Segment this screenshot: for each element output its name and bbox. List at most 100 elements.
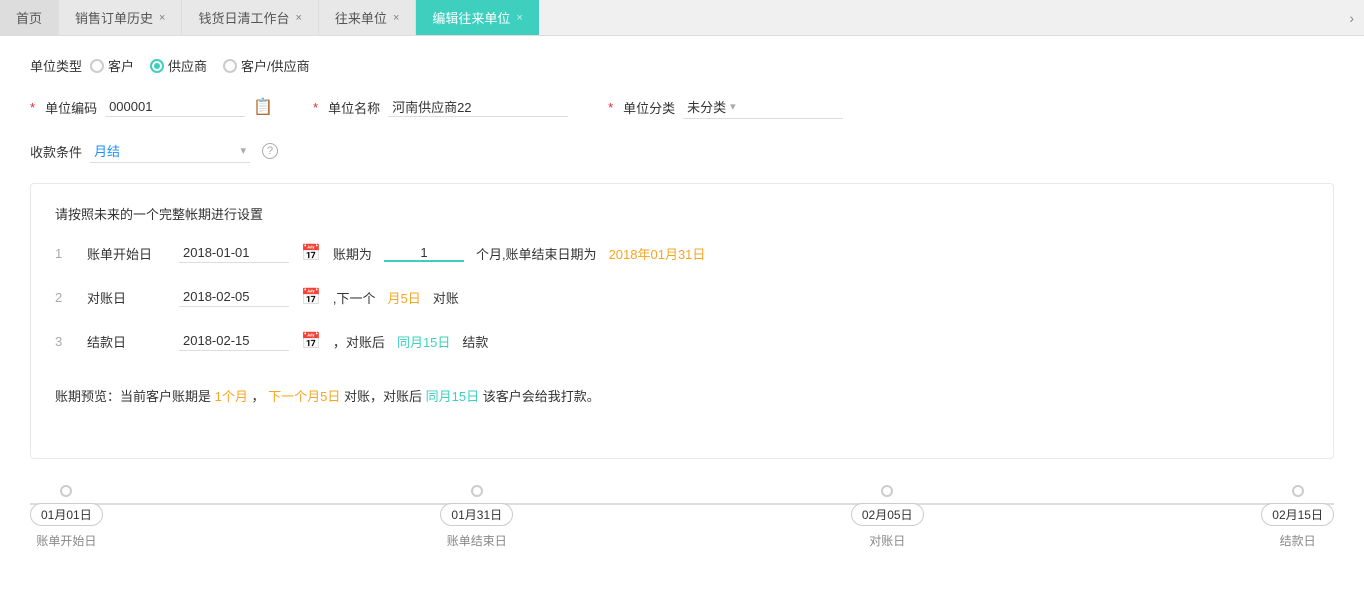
tab-cash-label: 钱货日清工作台 xyxy=(198,8,289,27)
preview-part3: 同月15日 xyxy=(426,389,479,404)
help-question-mark: ? xyxy=(267,145,273,157)
tl-dot-2 xyxy=(881,485,893,497)
unit-info-row: * 单位编码 📋 * 单位名称 * 单位分类 未分类 ▾ xyxy=(30,95,1334,119)
period-reconcile-date-input[interactable] xyxy=(179,287,289,307)
tl-dot-3 xyxy=(1292,485,1304,497)
payment-condition-label: 收款条件 xyxy=(30,142,82,161)
period-settings-box: 请按照未来的一个完整帐期进行设置 1 账单开始日 📅 账期为 个月,账单结束日期… xyxy=(30,183,1334,459)
radio-supplier[interactable]: 供应商 xyxy=(150,56,207,75)
unit-class-value: 未分类 xyxy=(687,97,726,116)
unit-code-label: 单位编码 xyxy=(45,98,97,117)
unit-code-star: * xyxy=(30,100,35,115)
tab-home-label: 首页 xyxy=(16,8,42,27)
period-row-2: 2 对账日 📅 ,下一个 月5日 对账 xyxy=(55,287,1309,307)
unit-name-label: 单位名称 xyxy=(328,98,380,117)
period-row-3-prefix: ，对账后 xyxy=(333,332,385,351)
unit-name-group: * 单位名称 xyxy=(313,97,568,117)
period-start-calendar-icon[interactable]: 📅 xyxy=(301,243,321,263)
tab-partner-close[interactable]: × xyxy=(393,12,399,24)
radio-group-unit-type: 客户 供应商 客户/供应商 xyxy=(90,56,310,75)
timeline-point-1: 01月31日 账单结束日 xyxy=(440,485,513,549)
timeline-wrapper: 01月01日 账单开始日 01月31日 账单结束日 02月05日 对账日 02月… xyxy=(30,475,1334,569)
radio-customer[interactable]: 客户 xyxy=(90,56,134,75)
preview-part2: 下一个月5日 xyxy=(268,389,340,404)
period-row-1: 1 账单开始日 📅 账期为 个月,账单结束日期为 2018年01月31日 xyxy=(55,243,1309,263)
tl-sub-2: 对账日 xyxy=(869,532,905,549)
unit-type-label: 单位类型 xyxy=(30,56,82,75)
unit-name-star: * xyxy=(313,100,318,115)
tab-cash-close[interactable]: × xyxy=(295,12,301,24)
timeline-point-3: 02月15日 结款日 xyxy=(1261,485,1334,549)
period-row-3-num: 3 xyxy=(55,334,75,349)
period-row-3-suffix: 结款 xyxy=(462,332,488,351)
radio-customer-circle xyxy=(90,59,104,73)
preview-mid2: 对账，对账后 xyxy=(344,389,422,404)
tab-partner-label: 往来单位 xyxy=(335,8,387,27)
radio-both-circle xyxy=(223,59,237,73)
arrow-right-icon: › xyxy=(1349,10,1354,26)
period-row-3-label: 结款日 xyxy=(87,332,167,351)
tl-badge-1: 01月31日 xyxy=(440,503,513,526)
tl-badge-3: 02月15日 xyxy=(1261,503,1334,526)
unit-code-input[interactable] xyxy=(105,97,245,117)
tab-sales-label: 销售订单历史 xyxy=(75,8,153,27)
period-reconcile-day-highlight: 月5日 xyxy=(388,288,421,307)
unit-class-chevron-icon: ▾ xyxy=(730,100,736,113)
payment-help-icon[interactable]: ? xyxy=(262,143,278,159)
tab-edit-partner-unit[interactable]: 编辑往来单位 × xyxy=(416,0,538,35)
tl-dot-1 xyxy=(471,485,483,497)
period-row-2-label: 对账日 xyxy=(87,288,167,307)
period-end-date-highlight: 2018年01月31日 xyxy=(609,244,706,263)
radio-both[interactable]: 客户/供应商 xyxy=(223,56,310,75)
unit-type-group: 单位类型 客户 供应商 客户/供应商 xyxy=(30,56,310,75)
period-settings-title: 请按照未来的一个完整帐期进行设置 xyxy=(55,204,1309,223)
tab-home[interactable]: 首页 xyxy=(0,0,59,35)
tl-badge-2: 02月05日 xyxy=(851,503,924,526)
period-months-input[interactable] xyxy=(384,245,464,262)
timeline-point-0: 01月01日 账单开始日 xyxy=(30,485,103,549)
period-start-date-input[interactable] xyxy=(179,243,289,263)
timeline-points: 01月01日 账单开始日 01月31日 账单结束日 02月05日 对账日 02月… xyxy=(30,485,1334,549)
unit-class-select[interactable]: 未分类 ▾ xyxy=(683,95,843,119)
tab-partner-unit[interactable]: 往来单位 × xyxy=(319,0,416,35)
period-row-1-mid: 账期为 xyxy=(333,244,372,263)
tab-edit-close[interactable]: × xyxy=(516,12,522,24)
period-payment-date-input[interactable] xyxy=(179,331,289,351)
payment-condition-row: 收款条件 月结 ▾ ? xyxy=(30,139,1334,163)
radio-both-label: 客户/供应商 xyxy=(241,56,310,75)
tl-dot-0 xyxy=(60,485,72,497)
preview-mid1: ， xyxy=(252,389,265,404)
radio-customer-label: 客户 xyxy=(108,56,134,75)
payment-condition-value: 月结 xyxy=(94,141,236,160)
unit-class-label: 单位分类 xyxy=(623,98,675,117)
period-row-2-prefix: ,下一个 xyxy=(333,288,376,307)
period-row-1-suffix: 个月,账单结束日期为 xyxy=(476,244,597,263)
period-row-1-label: 账单开始日 xyxy=(87,244,167,263)
tab-edit-label: 编辑往来单位 xyxy=(432,8,510,27)
unit-code-group: * 单位编码 📋 xyxy=(30,97,273,117)
payment-chevron-icon: ▾ xyxy=(240,144,246,157)
period-row-1-num: 1 xyxy=(55,246,75,261)
preview-prefix: 账期预览：当前客户账期是 xyxy=(55,389,211,404)
period-preview-bar: 账期预览：当前客户账期是 1个月 ， 下一个月5日 对账，对账后 同月15日 该… xyxy=(55,375,1309,418)
period-payment-calendar-icon[interactable]: 📅 xyxy=(301,331,321,351)
tl-sub-3: 结款日 xyxy=(1280,532,1316,549)
tab-sales-order-history[interactable]: 销售订单历史 × xyxy=(59,0,182,35)
unit-code-calendar-icon[interactable]: 📋 xyxy=(253,97,273,117)
radio-supplier-circle xyxy=(150,59,164,73)
period-reconcile-calendar-icon[interactable]: 📅 xyxy=(301,287,321,307)
period-row-3: 3 结款日 📅 ，对账后 同月15日 结款 xyxy=(55,331,1309,351)
tl-sub-1: 账单结束日 xyxy=(447,532,507,549)
period-payment-day-highlight: 同月15日 xyxy=(397,332,450,351)
timeline-container: 01月01日 账单开始日 01月31日 账单结束日 02月05日 对账日 02月… xyxy=(30,485,1334,549)
tab-bar: 首页 销售订单历史 × 钱货日清工作台 × 往来单位 × 编辑往来单位 × › xyxy=(0,0,1364,36)
main-content: 单位类型 客户 供应商 客户/供应商 * 单位编码 xyxy=(0,36,1364,608)
unit-class-star: * xyxy=(608,100,613,115)
tab-cash-work[interactable]: 钱货日清工作台 × xyxy=(182,0,318,35)
unit-name-input[interactable] xyxy=(388,97,568,117)
tab-overflow-arrow[interactable]: › xyxy=(1339,0,1364,35)
payment-condition-select[interactable]: 月结 ▾ xyxy=(90,139,250,163)
preview-suffix: 该客户会给我打款。 xyxy=(483,389,600,404)
tab-sales-close[interactable]: × xyxy=(159,12,165,24)
period-row-2-suffix: 对账 xyxy=(433,288,459,307)
